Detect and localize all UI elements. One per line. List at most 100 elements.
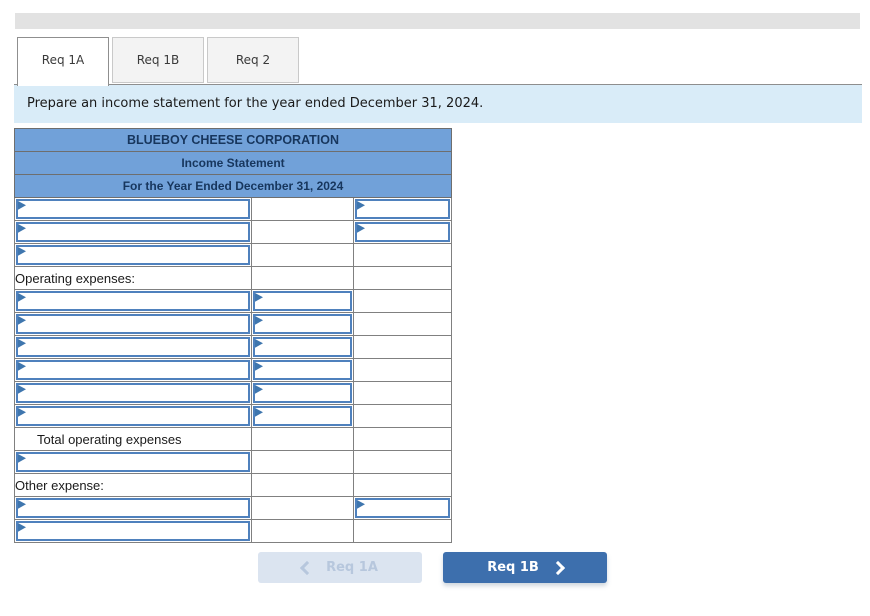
cell-marker-icon [357, 201, 365, 210]
empty-cell [353, 266, 452, 290]
income-statement-table: BLUEBOY CHEESE CORPORATION Income Statem… [14, 128, 452, 543]
table-header-row: BLUEBOY CHEESE CORPORATION [14, 128, 452, 152]
cell-marker-icon [357, 500, 365, 509]
cell-marker-icon [18, 408, 26, 417]
editable-cell[interactable] [253, 406, 352, 426]
cell-marker-icon [18, 339, 26, 348]
editable-cell[interactable] [253, 360, 352, 380]
editable-cell[interactable] [253, 337, 352, 357]
next-requirement-button[interactable]: Req 1B [443, 552, 607, 583]
cell-marker-icon [255, 316, 263, 325]
input-cell-container [353, 220, 452, 244]
table-row [14, 404, 452, 428]
cell-marker-icon [255, 408, 263, 417]
editable-cell[interactable] [16, 406, 250, 426]
input-cell-container [14, 312, 252, 336]
table-row [14, 358, 452, 382]
empty-cell [353, 404, 452, 428]
table-row: Other expense: [14, 473, 452, 497]
cell-marker-icon [255, 385, 263, 394]
top-divider-bar [15, 13, 860, 29]
empty-cell [353, 519, 452, 543]
table-row [14, 496, 452, 520]
table-row [14, 289, 452, 313]
input-cell-container [251, 381, 354, 405]
editable-cell[interactable] [355, 498, 450, 518]
chevron-right-icon [550, 560, 565, 575]
cell-marker-icon [255, 339, 263, 348]
editable-cell[interactable] [253, 383, 352, 403]
instruction-banner: Prepare an income statement for the year… [14, 84, 862, 123]
input-cell-container [14, 220, 252, 244]
input-cell-container [14, 358, 252, 382]
editable-cell[interactable] [16, 521, 250, 541]
cell-marker-icon [18, 454, 26, 463]
table-row [14, 519, 452, 543]
empty-cell [353, 243, 452, 267]
input-cell-container [14, 243, 252, 267]
input-cell-container [14, 519, 252, 543]
statement-period: For the Year Ended December 31, 2024 [14, 174, 452, 198]
empty-cell [251, 220, 354, 244]
editable-cell[interactable] [253, 314, 352, 334]
prev-requirement-button[interactable]: Req 1A [258, 552, 422, 583]
empty-cell [353, 473, 452, 497]
editable-cell[interactable] [253, 291, 352, 311]
input-cell-container [251, 404, 354, 428]
table-row [14, 220, 452, 244]
input-cell-container [14, 197, 252, 221]
cell-marker-icon [18, 385, 26, 394]
tab-req-2[interactable]: Req 2 [207, 37, 299, 83]
table-row [14, 450, 452, 474]
table-row [14, 312, 452, 336]
cell-marker-icon [18, 523, 26, 532]
table-row [14, 243, 452, 267]
requirement-tabs: Req 1A Req 1B Req 2 [17, 37, 302, 86]
editable-cell[interactable] [16, 199, 250, 219]
tab-req-1b[interactable]: Req 1B [112, 37, 204, 83]
editable-cell[interactable] [16, 452, 250, 472]
tab-req-1a[interactable]: Req 1A [17, 37, 109, 86]
input-cell-container [14, 496, 252, 520]
empty-cell [251, 519, 354, 543]
cell-marker-icon [255, 293, 263, 302]
cell-marker-icon [18, 201, 26, 210]
row-label-cell: Other expense: [14, 473, 252, 497]
editable-cell[interactable] [355, 199, 450, 219]
input-cell-container [14, 289, 252, 313]
input-cell-container [14, 381, 252, 405]
editable-cell[interactable] [16, 383, 250, 403]
editable-cell[interactable] [16, 498, 250, 518]
cell-marker-icon [255, 362, 263, 371]
statement-body: BLUEBOY CHEESE CORPORATION Income Statem… [14, 128, 452, 543]
empty-cell [353, 381, 452, 405]
empty-cell [353, 335, 452, 359]
empty-cell [251, 427, 354, 451]
input-cell-container [251, 312, 354, 336]
empty-cell [251, 496, 354, 520]
cell-marker-icon [18, 316, 26, 325]
editable-cell[interactable] [16, 245, 250, 265]
editable-cell[interactable] [355, 222, 450, 242]
editable-cell[interactable] [16, 291, 250, 311]
input-cell-container [353, 496, 452, 520]
editable-cell[interactable] [16, 222, 250, 242]
editable-cell[interactable] [16, 360, 250, 380]
cell-marker-icon [18, 362, 26, 371]
empty-cell [353, 450, 452, 474]
input-cell-container [14, 404, 252, 428]
empty-cell [251, 450, 354, 474]
table-row: Total operating expenses [14, 427, 452, 451]
table-header-row: Income Statement [14, 151, 452, 175]
company-name: BLUEBOY CHEESE CORPORATION [14, 128, 452, 152]
statement-title: Income Statement [14, 151, 452, 175]
editable-cell[interactable] [16, 314, 250, 334]
editable-cell[interactable] [16, 337, 250, 357]
empty-cell [251, 197, 354, 221]
row-label-cell: Operating expenses: [14, 266, 252, 290]
next-button-label: Req 1B [487, 560, 539, 575]
empty-cell [353, 358, 452, 382]
input-cell-container [14, 335, 252, 359]
empty-cell [353, 312, 452, 336]
row-label-cell: Total operating expenses [14, 427, 252, 451]
